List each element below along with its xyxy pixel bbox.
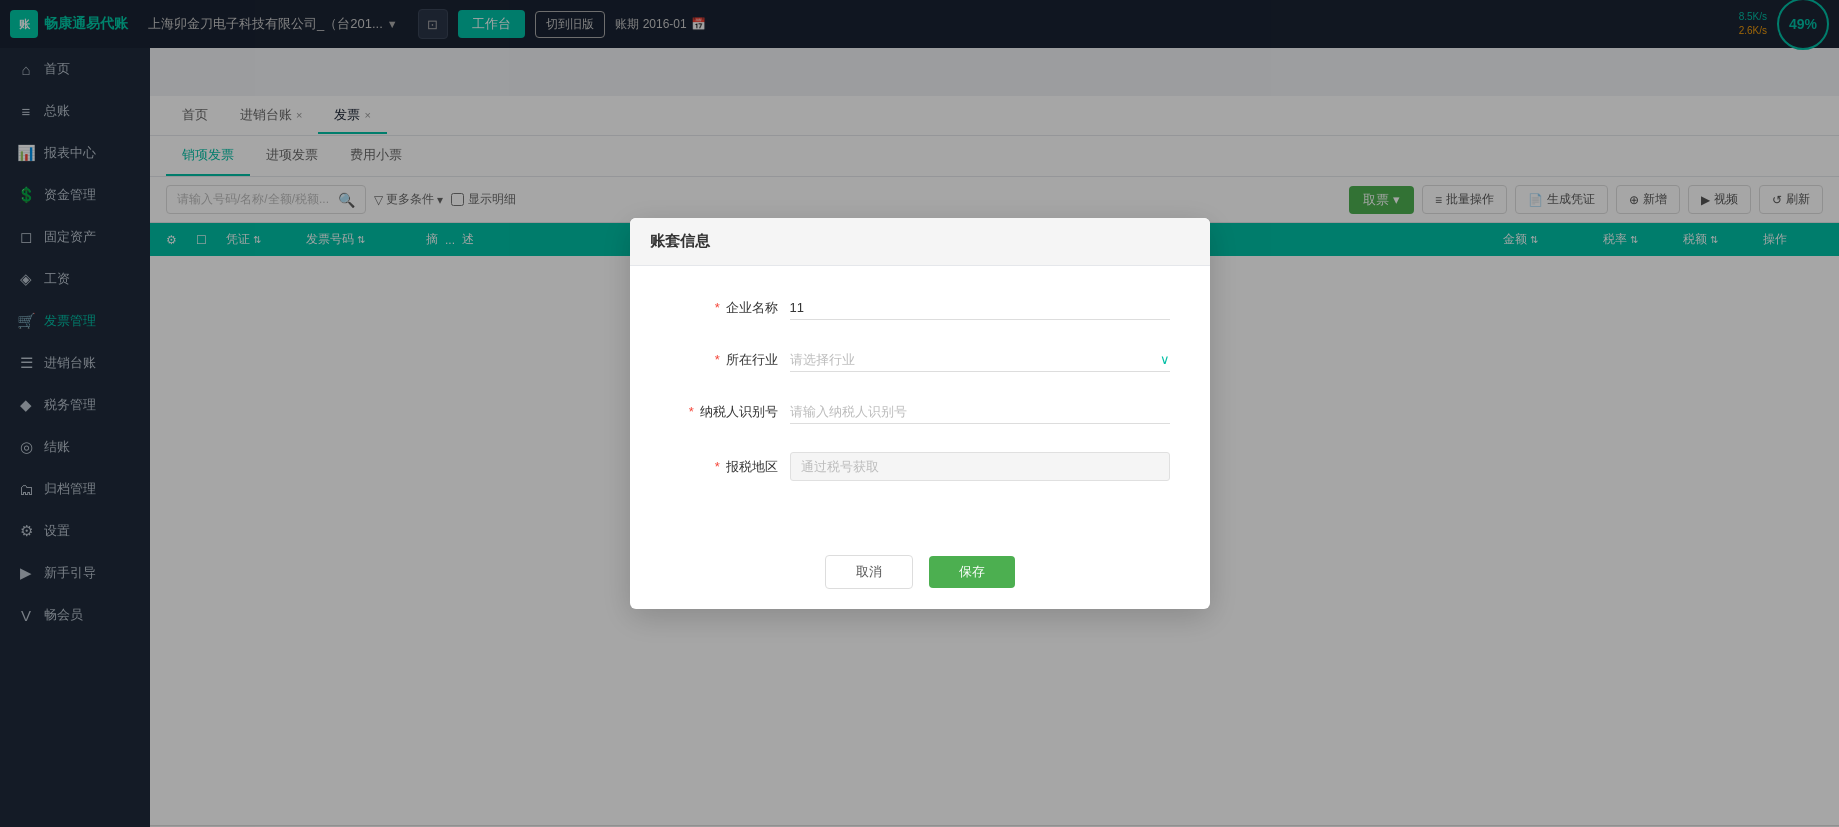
cancel-button[interactable]: 取消 — [825, 555, 913, 589]
tax-id-label: * 纳税人识别号 — [670, 403, 790, 421]
industry-select[interactable]: 请选择行业 — [790, 348, 1170, 371]
industry-row: * 所在行业 请选择行业 ∨ — [670, 348, 1170, 372]
save-button[interactable]: 保存 — [929, 556, 1015, 588]
tax-region-label: * 报税地区 — [670, 458, 790, 476]
company-name-row: * 企业名称 — [670, 296, 1170, 320]
modal-overlay: 账套信息 * 企业名称 * 所在行业 请选择行业 — [0, 0, 1839, 827]
company-name-label: * 企业名称 — [670, 299, 790, 317]
modal-body: * 企业名称 * 所在行业 请选择行业 ∨ — [630, 266, 1210, 539]
industry-select-wrapper: 请选择行业 ∨ — [790, 348, 1170, 372]
industry-label: * 所在行业 — [670, 351, 790, 369]
industry-dropdown-icon: ∨ — [1160, 352, 1170, 367]
tax-region-input — [790, 452, 1170, 481]
tax-region-row: * 报税地区 — [670, 452, 1170, 481]
modal-header: 账套信息 — [630, 218, 1210, 266]
company-name-input[interactable] — [790, 296, 1170, 320]
tax-id-row: * 纳税人识别号 — [670, 400, 1170, 424]
modal-footer: 取消 保存 — [630, 539, 1210, 609]
tax-id-input[interactable] — [790, 400, 1170, 424]
account-info-modal: 账套信息 * 企业名称 * 所在行业 请选择行业 — [630, 218, 1210, 609]
